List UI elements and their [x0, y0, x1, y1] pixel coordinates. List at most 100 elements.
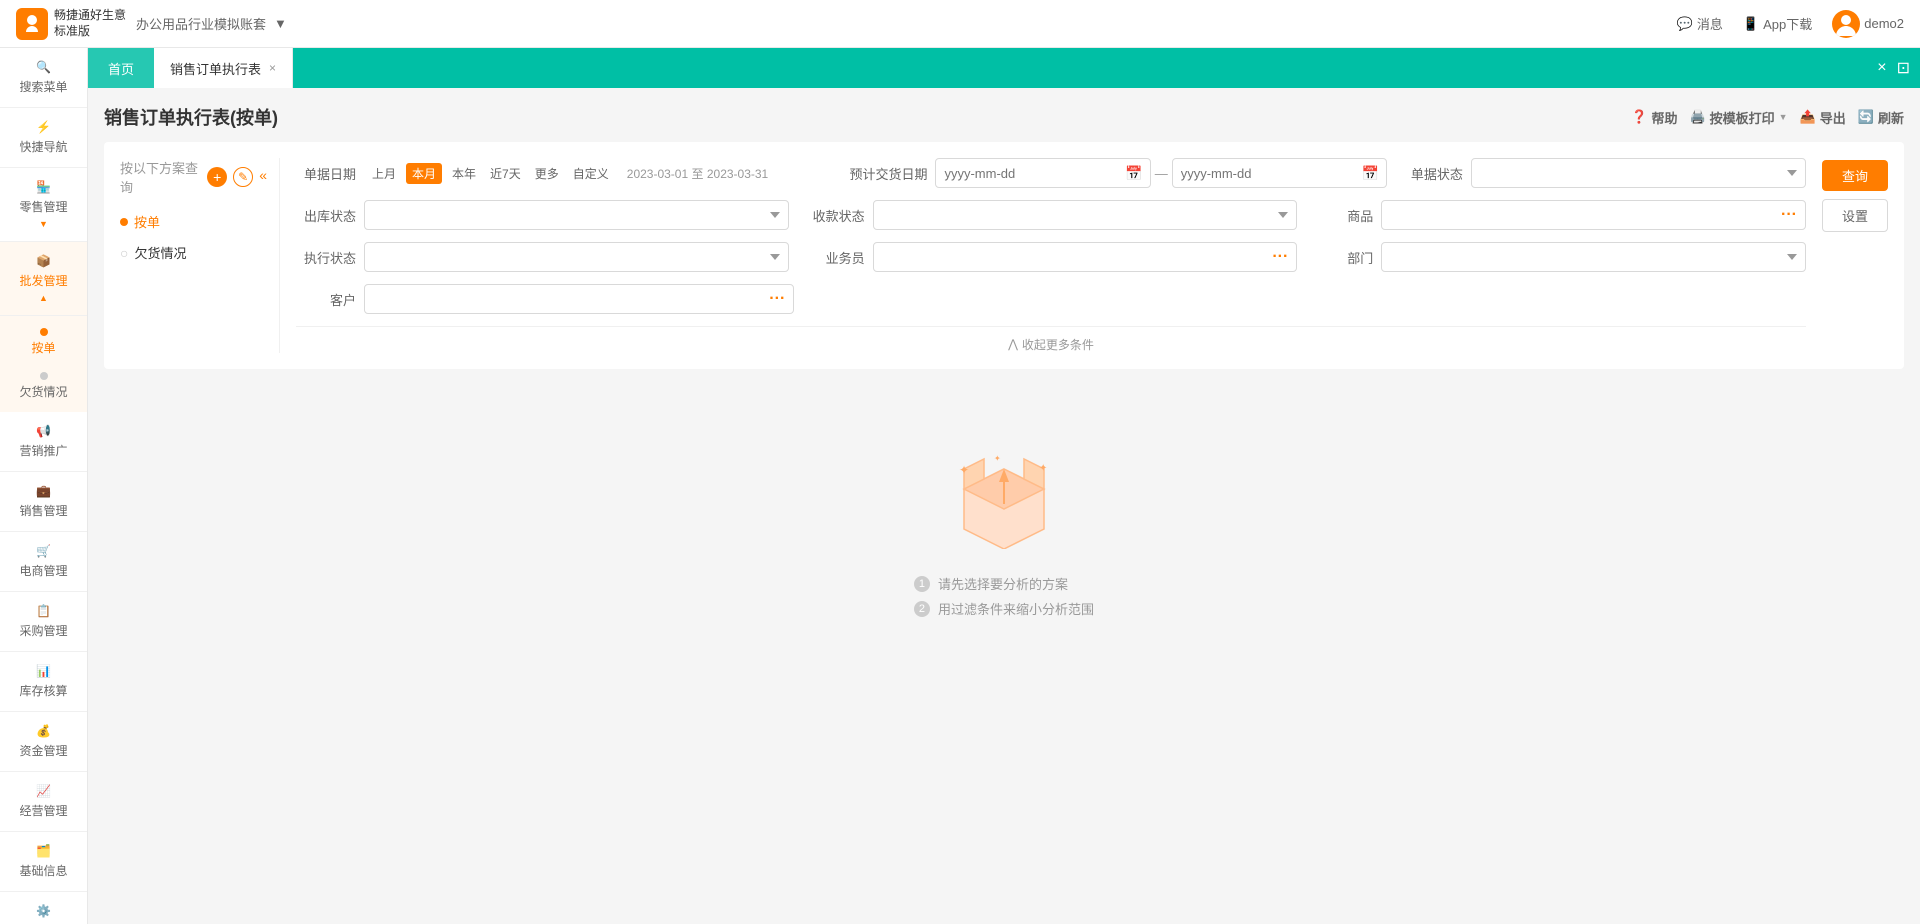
sidebar-search[interactable]: 🔍 搜索菜单	[0, 48, 87, 108]
logo-icon	[16, 8, 48, 40]
product-more-icon[interactable]: ···	[1781, 206, 1797, 224]
tab-close-icon[interactable]: ×	[269, 61, 276, 75]
export-btn[interactable]: 📤 导出	[1800, 108, 1846, 127]
sidebar-item-arrears[interactable]: 欠货情况	[0, 364, 87, 408]
message-btn[interactable]: 💬 消息	[1677, 14, 1723, 33]
add-filter-icon[interactable]: +	[207, 167, 227, 187]
date-range-display: 2023-03-01 至 2023-03-31	[627, 165, 768, 182]
settings-btn[interactable]: 设置	[1822, 199, 1888, 232]
date-btn-7days[interactable]: 近7天	[486, 163, 525, 184]
user-profile[interactable]: demo2	[1832, 10, 1904, 38]
date-btn-thismonth[interactable]: 本月	[406, 163, 442, 184]
sidebar-item-order[interactable]: 按单	[0, 320, 87, 364]
date-btn-more[interactable]: 更多	[531, 163, 563, 184]
query-row-1: 单据日期 上月 本月 本年 近7天 更多 自定义	[296, 158, 1806, 188]
wholesale-icon: 📦	[36, 254, 51, 268]
edit-filter-icon[interactable]: ✎	[233, 167, 253, 187]
business-icon: 📈	[36, 784, 51, 798]
sidebar-item-finance[interactable]: 💰 资金管理	[0, 712, 87, 772]
retail-icon: 🏪	[36, 180, 51, 194]
sidebar-item-sales-mgmt[interactable]: 💼 销售管理	[0, 472, 87, 532]
date-btn-thisyear[interactable]: 本年	[448, 163, 480, 184]
expected-date-end-input[interactable]	[1172, 158, 1387, 188]
tab-sales-order[interactable]: 销售订单执行表 ×	[154, 48, 293, 88]
calendar-start-icon[interactable]: 📅	[1125, 165, 1142, 182]
expected-date-start-wrap: 📅	[935, 158, 1150, 188]
tab-bar: 首页 销售订单执行表 × × ⊡	[88, 48, 1920, 88]
customer-more-icon[interactable]: ···	[769, 290, 785, 308]
expand-arrow-icon: ▼	[39, 219, 48, 229]
customer-input[interactable]	[373, 292, 769, 307]
query-form-wrapper: 单据日期 上月 本月 本年 近7天 更多 自定义	[296, 158, 1888, 353]
empty-tips: 1 请先选择要分析的方案 2 用过滤条件来缩小分析范围	[914, 574, 1094, 618]
query-action-btns: 查询 设置	[1814, 158, 1888, 353]
field-date: 单据日期 上月 本月 本年 近7天 更多 自定义	[296, 163, 833, 184]
query-area: 单据日期 上月 本月 本年 近7天 更多 自定义	[296, 158, 1806, 353]
date-btn-lastmonth[interactable]: 上月	[368, 163, 400, 184]
inventory-icon: 📊	[36, 664, 51, 678]
order-dot-icon	[40, 328, 48, 336]
breadcrumb[interactable]: 办公用品行业模拟账套 ▼	[136, 14, 287, 33]
date-btn-custom[interactable]: 自定义	[569, 163, 613, 184]
query-btn[interactable]: 查询	[1822, 160, 1888, 191]
expected-date-range: 📅 — 📅	[935, 158, 1386, 188]
search-icon: 🔍	[36, 60, 51, 74]
sidebar: 🔍 搜索菜单 ⚡ 快捷导航 🏪 零售管理 ▼ 📦 批发管理 ▲ 按单 欠货情况	[0, 48, 88, 924]
sidebar-item-retail-mgmt[interactable]: 🏪 零售管理 ▼	[0, 168, 87, 242]
logo-area: 畅捷通好生意 标准版	[16, 8, 126, 40]
product-input[interactable]	[1390, 208, 1781, 223]
sidebar-item-wholesale-mgmt[interactable]: 📦 批发管理 ▲	[0, 242, 87, 316]
purchase-icon: 📋	[36, 604, 51, 618]
avatar	[1832, 10, 1860, 38]
app-download-btn[interactable]: 📱 App下载	[1743, 14, 1812, 33]
dept-select[interactable]	[1381, 242, 1806, 272]
outstock-select[interactable]	[364, 200, 789, 230]
tip-num-1: 1	[914, 576, 930, 592]
sidebar-item-business[interactable]: 📈 经营管理	[0, 772, 87, 832]
window-close-icon[interactable]: ×	[1877, 59, 1886, 77]
exec-select[interactable]	[364, 242, 789, 272]
window-expand-icon[interactable]: ⊡	[1897, 58, 1910, 78]
help-btn[interactable]: ❓ 帮助	[1631, 108, 1677, 127]
expected-date-start-input[interactable]	[935, 158, 1150, 188]
empty-illustration: ✦ ✦ ✦	[944, 449, 1064, 554]
message-icon: 💬	[1677, 16, 1693, 32]
collapse-btn[interactable]: ⋀ 收起更多条件	[1008, 336, 1094, 353]
collapse-filter-icon[interactable]: «	[259, 167, 267, 187]
sidebar-item-quick-nav[interactable]: ⚡ 快捷导航	[0, 108, 87, 168]
breadcrumb-chevron-icon: ▼	[274, 16, 287, 31]
status-select[interactable]	[1471, 158, 1806, 188]
calendar-end-icon[interactable]: 📅	[1361, 165, 1378, 182]
sidebar-sub-menu: 按单 欠货情况	[0, 316, 87, 412]
print-btn[interactable]: 🖨️ 按模板打印 ▼	[1689, 108, 1787, 127]
main-layout: 🔍 搜索菜单 ⚡ 快捷导航 🏪 零售管理 ▼ 📦 批发管理 ▲ 按单 欠货情况	[0, 48, 1920, 924]
sidebar-item-marketing[interactable]: 📢 营销推广	[0, 412, 87, 472]
order-active-dot	[120, 218, 128, 226]
sidebar-item-purchase[interactable]: 📋 采购管理	[0, 592, 87, 652]
svg-text:✦: ✦	[959, 463, 969, 477]
field-customer: 客户 ···	[296, 284, 794, 314]
page-title: 销售订单执行表(按单)	[104, 104, 278, 130]
salesperson-input[interactable]	[882, 250, 1273, 265]
filter-item-arrears[interactable]: ○ 欠货情况	[120, 237, 267, 268]
page-actions: ❓ 帮助 🖨️ 按模板打印 ▼ 📤 导出 🔄 刷新	[1631, 108, 1904, 127]
refresh-btn[interactable]: 🔄 刷新	[1858, 108, 1904, 127]
sidebar-item-system[interactable]: ⚙️ 系统管理	[0, 892, 87, 924]
sidebar-item-basic-info[interactable]: 🗂️ 基础信息	[0, 832, 87, 892]
svg-text:✦: ✦	[1039, 463, 1047, 474]
ecommerce-icon: 🛒	[36, 544, 51, 558]
tab-home[interactable]: 首页	[88, 48, 154, 88]
field-status: 单据状态	[1403, 158, 1806, 188]
payment-select[interactable]	[873, 200, 1298, 230]
empty-tip-1: 1 请先选择要分析的方案	[914, 574, 1094, 593]
sidebar-item-ecommerce[interactable]: 🛒 电商管理	[0, 532, 87, 592]
sales-icon: 💼	[36, 484, 51, 498]
salesperson-more-icon[interactable]: ···	[1272, 248, 1288, 266]
query-row-2: 出库状态 收款状态	[296, 200, 1806, 230]
empty-tip-2: 2 用过滤条件来缩小分析范围	[914, 599, 1094, 618]
filter-item-order[interactable]: 按单	[120, 206, 267, 237]
sidebar-item-inventory[interactable]: 📊 库存核算	[0, 652, 87, 712]
empty-state: ✦ ✦ ✦ 1 请先选择要分析的方案 2 用过滤条件来缩小分析范围	[104, 369, 1904, 698]
content-area: 首页 销售订单执行表 × × ⊡ 销售订单执行表(按单) ❓ 帮助	[88, 48, 1920, 924]
filter-panel-icons: + ✎ «	[207, 167, 267, 187]
